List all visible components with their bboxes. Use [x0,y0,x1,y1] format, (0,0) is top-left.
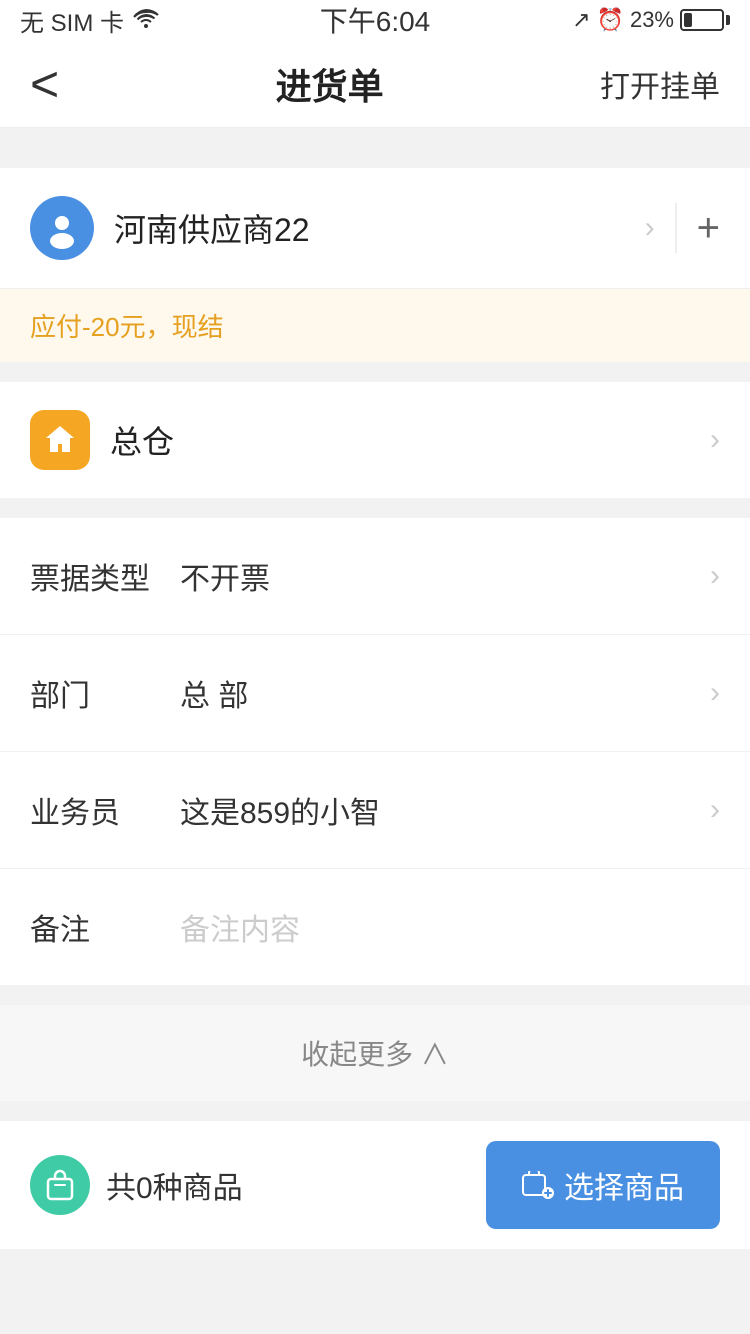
remark-input[interactable]: 备注内容 [160,905,720,949]
remark-label: 备注 [30,905,160,949]
alarm-icon: ⏰ [597,7,624,33]
supplier-row[interactable]: 河南供应商22 › + [0,168,750,289]
wifi-icon [132,6,160,35]
location-icon: ↗ [572,7,590,33]
page-title: 进货单 [276,58,384,110]
form-section: 票据类型 不开票 › 部门 总 部 › 业务员 这是859的小智 › 备注 备注… [0,518,750,985]
divider-1 [0,128,750,148]
remark-row[interactable]: 备注 备注内容 [0,869,750,985]
select-product-label: 选择商品 [564,1163,684,1207]
invoice-chevron-icon: › [710,559,720,593]
dept-label: 部门 [30,671,160,715]
invoice-row[interactable]: 票据类型 不开票 › [0,518,750,635]
sales-label: 业务员 [30,788,160,832]
invoice-value: 不开票 [160,554,710,598]
status-time: 下午6:04 [320,0,431,40]
collapse-label: 收起更多 ∧ [301,1039,449,1070]
carrier-text: 无 SIM 卡 [20,3,124,38]
warehouse-chevron-icon: › [710,423,720,457]
sales-chevron-icon: › [710,793,720,827]
supplier-name: 河南供应商22 [114,205,645,251]
open-pending-button[interactable]: 打开挂单 [600,62,720,106]
supplier-chevron-icon: › [645,211,655,245]
battery-percent: 23% [630,7,674,33]
notice-bar: 应付-20元，现结 [0,289,750,362]
warehouse-section[interactable]: 总仓 › [0,382,750,498]
warehouse-name: 总仓 [110,417,710,463]
product-count-text: 共0种商品 [106,1163,243,1207]
nav-bar: < 进货单 打开挂单 [0,40,750,128]
notice-text: 应付-20元，现结 [30,312,224,342]
collapse-row[interactable]: 收起更多 ∧ [0,1005,750,1101]
supplier-add-button[interactable]: + [697,206,720,251]
product-icon [30,1155,90,1215]
select-product-button[interactable]: 选择商品 [486,1141,720,1229]
status-bar: 无 SIM 卡 下午6:04 ↗ ⏰ 23% [0,0,750,40]
dept-row[interactable]: 部门 总 部 › [0,635,750,752]
supplier-section: 河南供应商22 › + 应付-20元，现结 [0,168,750,362]
sales-value: 这是859的小智 [160,788,710,832]
product-info: 共0种商品 [30,1155,243,1215]
battery-icon [680,9,730,31]
dept-value: 总 部 [160,671,710,715]
supplier-divider [675,203,677,253]
dept-chevron-icon: › [710,676,720,710]
status-left: 无 SIM 卡 [20,3,160,38]
supplier-avatar [30,196,94,260]
sales-row[interactable]: 业务员 这是859的小智 › [0,752,750,869]
back-button[interactable]: < [30,55,59,113]
warehouse-icon [30,410,90,470]
status-right: ↗ ⏰ 23% [572,7,730,33]
bottom-bar: 共0种商品 选择商品 [0,1121,750,1249]
invoice-label: 票据类型 [30,554,160,598]
